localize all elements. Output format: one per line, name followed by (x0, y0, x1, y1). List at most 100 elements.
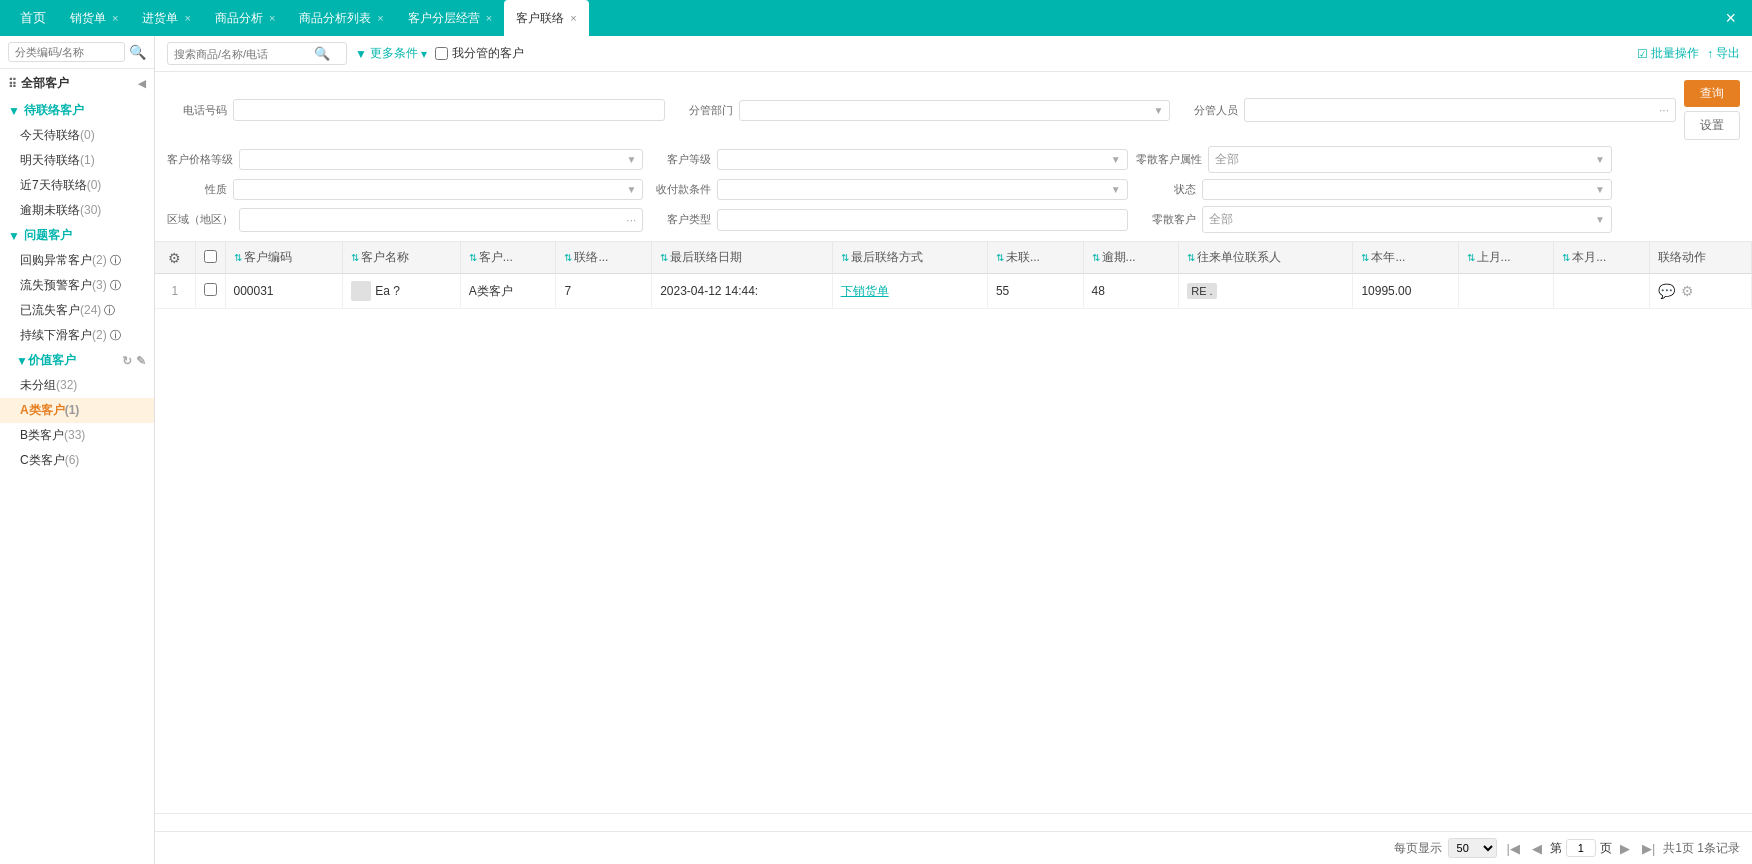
page-size-select[interactable]: 50 100 200 (1448, 838, 1497, 858)
filter-search-input[interactable] (174, 48, 314, 60)
nav-customer-segment[interactable]: 客户分层经营 × (396, 0, 504, 36)
sidebar-item-churn-warning[interactable]: 流失预警客户(3) ⓘ (0, 273, 154, 298)
department-select[interactable]: ▼ (739, 100, 1171, 121)
nav-sales[interactable]: 销货单 × (58, 0, 130, 36)
close-window-button[interactable]: × (1717, 8, 1744, 28)
cell-unit-contact: RE . (1179, 274, 1353, 309)
filter-row-3: 性质 ▼ 收付款条件 ▼ 状态 ▼ (167, 179, 1740, 200)
col-level-header[interactable]: ⇅客户... (460, 242, 556, 274)
col-last-month-header[interactable]: ⇅上月... (1458, 242, 1554, 274)
refresh-icon[interactable]: ↻ (122, 354, 132, 368)
column-settings-icon[interactable]: ⚙ (168, 250, 181, 266)
payment-select[interactable]: ▼ (717, 179, 1127, 200)
nav-product-analysis-list[interactable]: 商品分析列表 × (287, 0, 395, 36)
sidebar-item-today-pending[interactable]: 今天待联络(0) (0, 123, 154, 148)
cell-last-contact-date: 2023-04-12 14:44: (652, 274, 833, 309)
col-current-year-header[interactable]: ⇅本年... (1353, 242, 1458, 274)
close-product-analysis-list-tab[interactable]: × (377, 12, 383, 24)
status-label: 状态 (1136, 182, 1196, 197)
page-suffix-label: 页 (1600, 840, 1612, 857)
page-navigation: |◀ ◀ 第 页 ▶ ▶| 共1页 1条记录 (1503, 839, 1740, 857)
sidebar-search-input[interactable] (8, 42, 125, 62)
last-page-button[interactable]: ▶| (1638, 840, 1659, 857)
page-number-input[interactable] (1566, 839, 1596, 857)
nav-home[interactable]: 首页 (8, 0, 58, 36)
customer-name-text: Ea ? (375, 284, 400, 298)
status-select[interactable]: ▼ (1202, 179, 1612, 200)
close-customer-contact-tab[interactable]: × (570, 12, 576, 24)
first-page-button[interactable]: |◀ (1503, 840, 1524, 857)
page-size-label: 每页显示 (1394, 840, 1442, 857)
close-customer-segment-tab[interactable]: × (486, 12, 492, 24)
batch-operation-button[interactable]: ☑ 批量操作 (1637, 45, 1699, 62)
customer-type-input[interactable] (717, 209, 1127, 231)
col-this-month-header[interactable]: ⇅本月... (1554, 242, 1650, 274)
sidebar-item-class-a[interactable]: A类客户(1) (0, 398, 154, 423)
sidebar-item-declining[interactable]: 持续下滑客户(2) ⓘ (0, 323, 154, 348)
all-customers-header[interactable]: ⠿ 全部客户 ◀ (0, 69, 154, 98)
customer-type-label: 客户类型 (651, 212, 711, 227)
filter-more-button[interactable]: ▼ 更多条件 ▾ (355, 45, 427, 62)
last-contact-method-link[interactable]: 下销货单 (841, 284, 889, 298)
filter-action-buttons: 查询 设置 (1684, 80, 1740, 140)
nav-customer-contact[interactable]: 客户联络 × (504, 0, 588, 36)
col-overdue-header[interactable]: ⇅逾期... (1083, 242, 1179, 274)
my-customers-checkbox[interactable] (435, 47, 448, 60)
sidebar-item-overdue-contact[interactable]: 逾期未联络(30) (0, 198, 154, 223)
filter-retail-attr: 零散客户属性 全部▼ (1136, 146, 1612, 173)
cell-last-contact-method: 下销货单 (832, 274, 987, 309)
region-select[interactable]: ··· (239, 208, 643, 232)
col-code-header[interactable]: ⇅客户编码 (225, 242, 343, 274)
filter-search-icon[interactable]: 🔍 (314, 46, 330, 61)
retail-customer-select[interactable]: 全部▼ (1202, 206, 1612, 233)
sort-icon-unit-contact: ⇅ (1187, 252, 1195, 263)
sidebar-item-abnormal-repurchase[interactable]: 回购异常客户(2) ⓘ (0, 248, 154, 273)
col-unit-contact-header[interactable]: ⇅往来单位联系人 (1179, 242, 1353, 274)
sidebar-item-class-c[interactable]: C类客户(6) (0, 448, 154, 473)
filter-price-level: 客户价格等级 ▼ (167, 149, 643, 170)
col-contact-header[interactable]: ⇅联络... (556, 242, 652, 274)
col-not-contacted-header[interactable]: ⇅未联... (987, 242, 1083, 274)
cell-contact-count: 7 (556, 274, 652, 309)
col-last-contact-date-header[interactable]: ⇅最后联络日期 (652, 242, 833, 274)
retail-attr-select[interactable]: 全部▼ (1208, 146, 1612, 173)
phone-input[interactable] (233, 99, 665, 121)
col-name-header[interactable]: ⇅客户名称 (343, 242, 461, 274)
next-page-button[interactable]: ▶ (1616, 840, 1634, 857)
edit-icon[interactable]: ✎ (136, 354, 146, 368)
query-button[interactable]: 查询 (1684, 80, 1740, 107)
close-product-analysis-tab[interactable]: × (269, 12, 275, 24)
horizontal-scrollbar[interactable] (155, 813, 1752, 831)
sidebar-search-icon[interactable]: 🔍 (129, 44, 146, 60)
sidebar-item-churned[interactable]: 已流失客户(24) ⓘ (0, 298, 154, 323)
sidebar-item-class-b[interactable]: B类客户(33) (0, 423, 154, 448)
filter-region: 区域（地区） ··· (167, 208, 643, 232)
sort-icon-name: ⇅ (351, 252, 359, 263)
message-icon[interactable]: 💬 (1658, 283, 1675, 299)
customer-level-select[interactable]: ▼ (717, 149, 1127, 170)
more-actions-icon[interactable]: ⚙ (1681, 283, 1694, 299)
row-checkbox[interactable] (204, 283, 217, 296)
nav-product-analysis[interactable]: 商品分析 × (203, 0, 287, 36)
nav-purchase[interactable]: 进货单 × (130, 0, 202, 36)
filter-retail-customer: 零散客户 全部▼ (1136, 206, 1612, 233)
export-button[interactable]: ↑ 导出 (1707, 45, 1740, 62)
settings-button[interactable]: 设置 (1684, 111, 1740, 140)
sidebar-item-7days-pending[interactable]: 近7天待联络(0) (0, 173, 154, 198)
select-all-checkbox[interactable] (204, 250, 217, 263)
sidebar-item-unclassified[interactable]: 未分组(32) (0, 373, 154, 398)
close-purchase-tab[interactable]: × (184, 12, 190, 24)
phone-label: 电话号码 (167, 103, 227, 118)
price-level-select[interactable]: ▼ (239, 149, 643, 170)
data-table: ⚙ ⇅客户编码 ⇅客户名称 ⇅客户... ⇅联络... ⇅最后联络日期 ⇅最后联… (155, 242, 1752, 309)
nature-select[interactable]: ▼ (233, 179, 643, 200)
manager-select[interactable]: ··· (1244, 98, 1676, 122)
close-sales-tab[interactable]: × (112, 12, 118, 24)
col-last-contact-method-header[interactable]: ⇅最后联络方式 (832, 242, 987, 274)
my-customers-checkbox-label[interactable]: 我分管的客户 (435, 45, 524, 62)
department-label: 分管部门 (673, 103, 733, 118)
payment-label: 收付款条件 (651, 182, 711, 197)
prev-page-button[interactable]: ◀ (1528, 840, 1546, 857)
sidebar-item-tomorrow-pending[interactable]: 明天待联络(1) (0, 148, 154, 173)
region-dots: ··· (626, 213, 636, 227)
